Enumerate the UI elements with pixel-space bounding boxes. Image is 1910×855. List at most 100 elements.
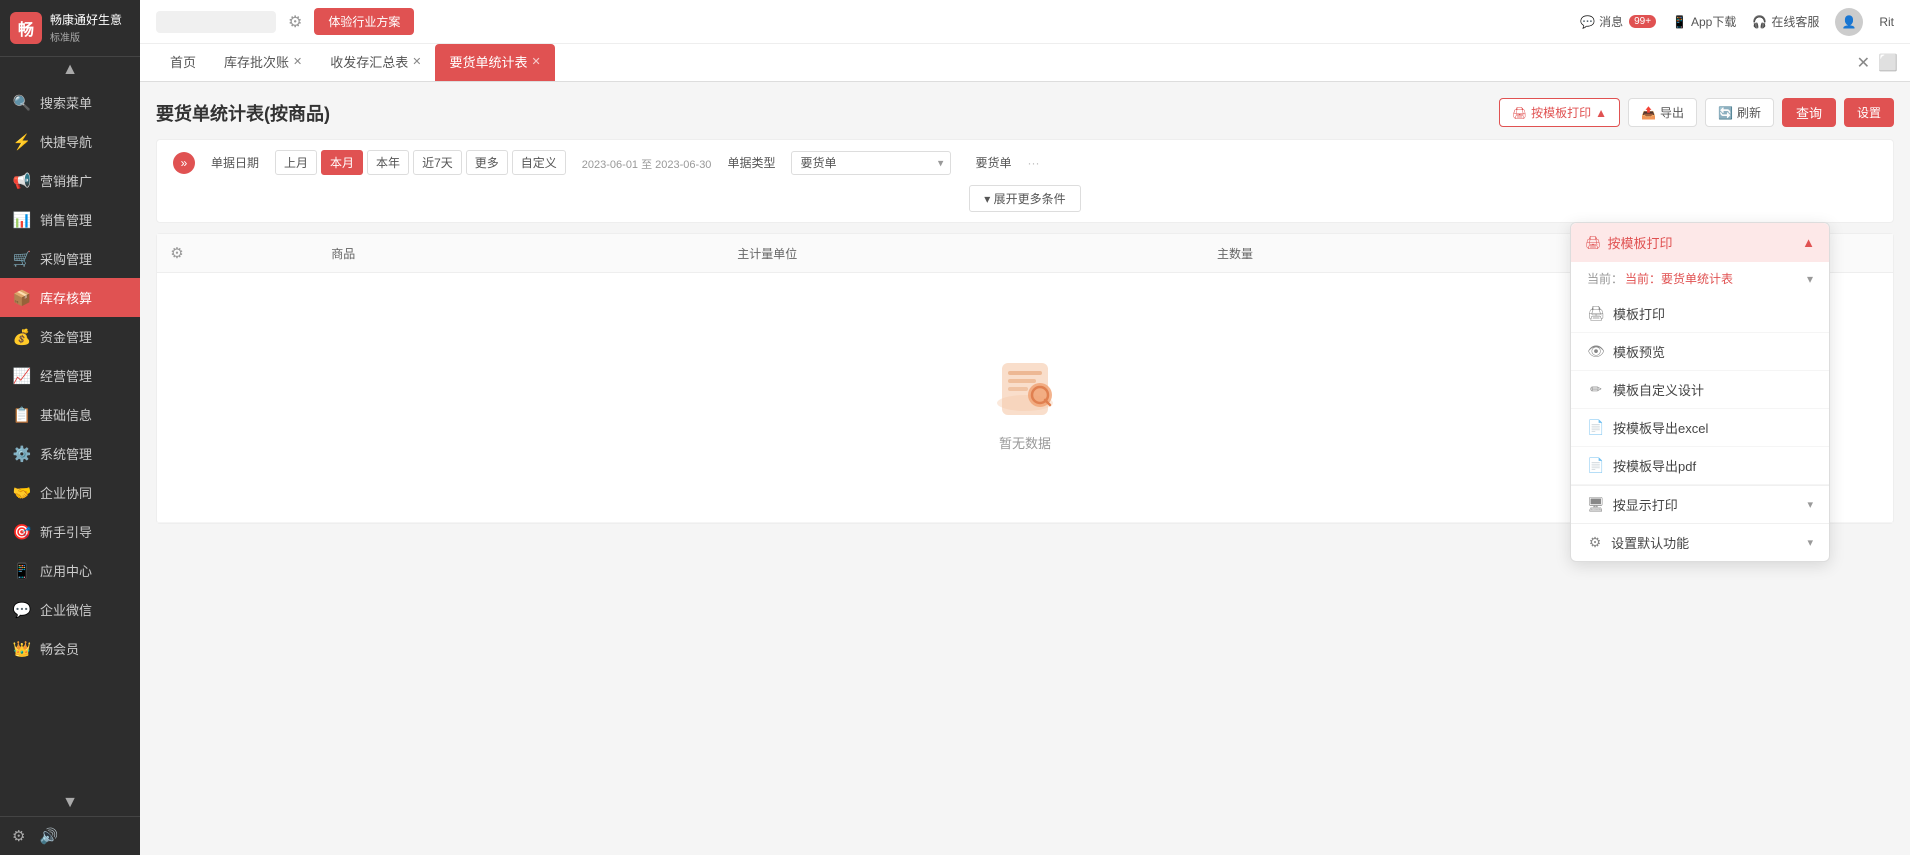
- sidebar-item-member[interactable]: 👑 畅会员: [0, 629, 140, 668]
- topbar-gear-icon[interactable]: ⚙: [288, 12, 302, 32]
- topbar-right: 💬 消息 99+ 📱 App下载 🎧 在线客服 👤 Rit: [1580, 8, 1894, 36]
- trial-btn[interactable]: 体验行业方案: [314, 8, 414, 35]
- sidebar-item-collab[interactable]: 🤝 企业协同: [0, 473, 140, 512]
- empty-text: 暂无数据: [999, 433, 1051, 452]
- display-print-label: 按显示打印: [1613, 495, 1678, 514]
- tab-collection-summary-close[interactable]: ✕: [412, 55, 421, 68]
- dropdown-printer-icon: 🖨: [1585, 235, 1602, 251]
- col-product: 商品: [197, 234, 489, 273]
- sidebar-scroll-down[interactable]: ▼: [0, 790, 140, 816]
- purchase-icon: 🛒: [12, 250, 32, 268]
- customer-service-label: 在线客服: [1771, 13, 1819, 30]
- dropdown-item-template-print[interactable]: 🖨 模板打印: [1571, 295, 1829, 333]
- sidebar-item-finance[interactable]: 💰 资金管理: [0, 317, 140, 356]
- marketing-icon: 📢: [12, 172, 32, 190]
- sidebar-item-operation[interactable]: 📈 经营管理: [0, 356, 140, 395]
- template-preview-icon: 👁: [1587, 343, 1605, 360]
- tab-order-stats[interactable]: 要货单统计表 ✕: [435, 44, 554, 81]
- dropdown-item-export-excel[interactable]: 📄 按模板导出excel: [1571, 409, 1829, 447]
- customer-service-item[interactable]: 🎧 在线客服: [1752, 13, 1819, 30]
- date-btn-custom[interactable]: 自定义: [512, 150, 566, 175]
- dropdown-item-display-print[interactable]: 🖥 按显示打印 ▾: [1571, 486, 1829, 523]
- guide-icon: 🎯: [12, 523, 32, 541]
- sidebar-item-inventory[interactable]: 📦 库存核算: [0, 278, 140, 317]
- username: Rit: [1879, 15, 1894, 29]
- sidebar-item-sales[interactable]: 📊 销售管理: [0, 200, 140, 239]
- export-btn[interactable]: 📤 导出: [1628, 98, 1697, 127]
- date-btn-7days[interactable]: 近7天: [413, 150, 462, 175]
- tab-home[interactable]: 首页: [156, 44, 210, 81]
- sidebar-item-guide[interactable]: 🎯 新手引导: [0, 512, 140, 551]
- system-icon: ⚙️: [12, 445, 32, 463]
- filter-row-1: » 单据日期 上月 本月 本年 近7天 更多 自定义 2023-06-01 至 …: [173, 150, 1877, 175]
- sidebar-item-system[interactable]: ⚙️ 系统管理: [0, 434, 140, 473]
- order-type-label: 单据类型: [727, 154, 775, 171]
- app-download-item[interactable]: 📱 App下载: [1672, 13, 1736, 30]
- column-settings-icon[interactable]: ⚙: [170, 245, 183, 262]
- tab-order-stats-label: 要货单统计表: [449, 52, 527, 71]
- appstore-icon: 📱: [12, 562, 32, 580]
- dropdown-chevron-up-icon[interactable]: ▲: [1802, 235, 1815, 250]
- tabbar-controls: ✕ ⬜: [1857, 53, 1898, 73]
- date-filter-btns: 上月 本月 本年 近7天 更多 自定义: [275, 150, 566, 175]
- dropdown-item-set-default[interactable]: ⚙ 设置默认功能 ▾: [1571, 524, 1829, 561]
- topbar-search-input[interactable]: [156, 11, 276, 33]
- member-icon: 👑: [12, 640, 32, 658]
- finance-icon: 💰: [12, 328, 32, 346]
- dropdown-item-template-preview[interactable]: 👁 模板预览: [1571, 333, 1829, 371]
- sidebar-item-label: 营销推广: [40, 171, 92, 190]
- notification-icon: 💬: [1580, 15, 1595, 29]
- avatar[interactable]: 👤: [1835, 8, 1863, 36]
- dropdown-current-arrow[interactable]: ▾: [1807, 272, 1813, 286]
- query-btn[interactable]: 查询: [1782, 98, 1836, 127]
- notification-item[interactable]: 💬 消息 99+: [1580, 13, 1656, 30]
- content-area: 要货单统计表(按商品) 🖨 按模板打印 ▲ 📤 导出 🔄 刷新 查询 设置: [140, 82, 1910, 855]
- sidebar-item-basic[interactable]: 📋 基础信息: [0, 395, 140, 434]
- tab-inventory-batch-close[interactable]: ✕: [293, 55, 302, 68]
- set-default-arrow-icon: ▾: [1807, 536, 1813, 549]
- sidebar-item-marketing[interactable]: 📢 营销推广: [0, 161, 140, 200]
- sidebar: 畅 畅康通好生意 标准版 ▲ 🔍 搜索菜单 ⚡ 快捷导航 📢 营销推广 📊 销售…: [0, 0, 140, 855]
- dropdown-item-export-pdf[interactable]: 📄 按模板导出pdf: [1571, 447, 1829, 485]
- print-template-btn[interactable]: 🖨 按模板打印 ▲: [1499, 98, 1620, 127]
- filter-expand-row: ▾ 展开更多条件: [173, 179, 1877, 212]
- tab-collection-summary[interactable]: 收发存汇总表 ✕: [316, 44, 435, 81]
- tab-maximize-btn[interactable]: ⬜: [1878, 53, 1898, 73]
- sound-icon[interactable]: 🔊: [39, 827, 58, 845]
- more-filter-placeholder: ···: [1027, 156, 1039, 170]
- sidebar-item-search[interactable]: 🔍 搜索菜单: [0, 83, 140, 122]
- sidebar-scroll-up[interactable]: ▲: [0, 57, 140, 83]
- filter-expand-icon[interactable]: »: [173, 152, 195, 174]
- sidebar-item-label: 系统管理: [40, 444, 92, 463]
- search-icon: 🔍: [12, 94, 32, 112]
- refresh-btn[interactable]: 🔄 刷新: [1705, 98, 1774, 127]
- sidebar-logo: 畅 畅康通好生意 标准版: [0, 0, 140, 57]
- date-btn-last-month[interactable]: 上月: [275, 150, 317, 175]
- chevron-up-icon: ▲: [1595, 106, 1607, 120]
- sidebar-item-appstore[interactable]: 📱 应用中心: [0, 551, 140, 590]
- dropdown-item-template-design[interactable]: ✏ 模板自定义设计: [1571, 371, 1829, 409]
- tab-inventory-batch[interactable]: 库存批次账 ✕: [210, 44, 316, 81]
- date-btn-this-year[interactable]: 本年: [367, 150, 409, 175]
- sidebar-item-label: 企业微信: [40, 600, 92, 619]
- dropdown-current-label: 当前：: [1587, 270, 1623, 287]
- date-btn-more[interactable]: 更多: [466, 150, 508, 175]
- sidebar-item-label: 畅会员: [40, 639, 79, 658]
- logo-title: 畅康通好生意: [50, 12, 122, 29]
- tabbar: 首页 库存批次账 ✕ 收发存汇总表 ✕ 要货单统计表 ✕ ✕ ⬜: [140, 44, 1910, 82]
- settings-btn[interactable]: 设置: [1844, 98, 1894, 127]
- sidebar-item-quick-nav[interactable]: ⚡ 快捷导航: [0, 122, 140, 161]
- expand-more-btn[interactable]: ▾ 展开更多条件: [969, 185, 1080, 212]
- date-btn-this-month[interactable]: 本月: [321, 150, 363, 175]
- order-type-select[interactable]: 要货单: [791, 151, 951, 175]
- tab-close-all-btn[interactable]: ✕: [1857, 53, 1870, 73]
- sidebar-item-purchase[interactable]: 🛒 采购管理: [0, 239, 140, 278]
- order-category-label: 要货单: [975, 154, 1011, 171]
- tab-collection-summary-label: 收发存汇总表: [330, 52, 408, 71]
- sidebar-item-wechat[interactable]: 💬 企业微信: [0, 590, 140, 629]
- page-actions: 🖨 按模板打印 ▲ 📤 导出 🔄 刷新 查询 设置: [1499, 98, 1894, 127]
- settings-bottom-icon[interactable]: ⚙: [12, 827, 25, 845]
- sidebar-item-label: 经营管理: [40, 366, 92, 385]
- tab-order-stats-close[interactable]: ✕: [532, 55, 541, 68]
- sidebar-item-label: 资金管理: [40, 327, 92, 346]
